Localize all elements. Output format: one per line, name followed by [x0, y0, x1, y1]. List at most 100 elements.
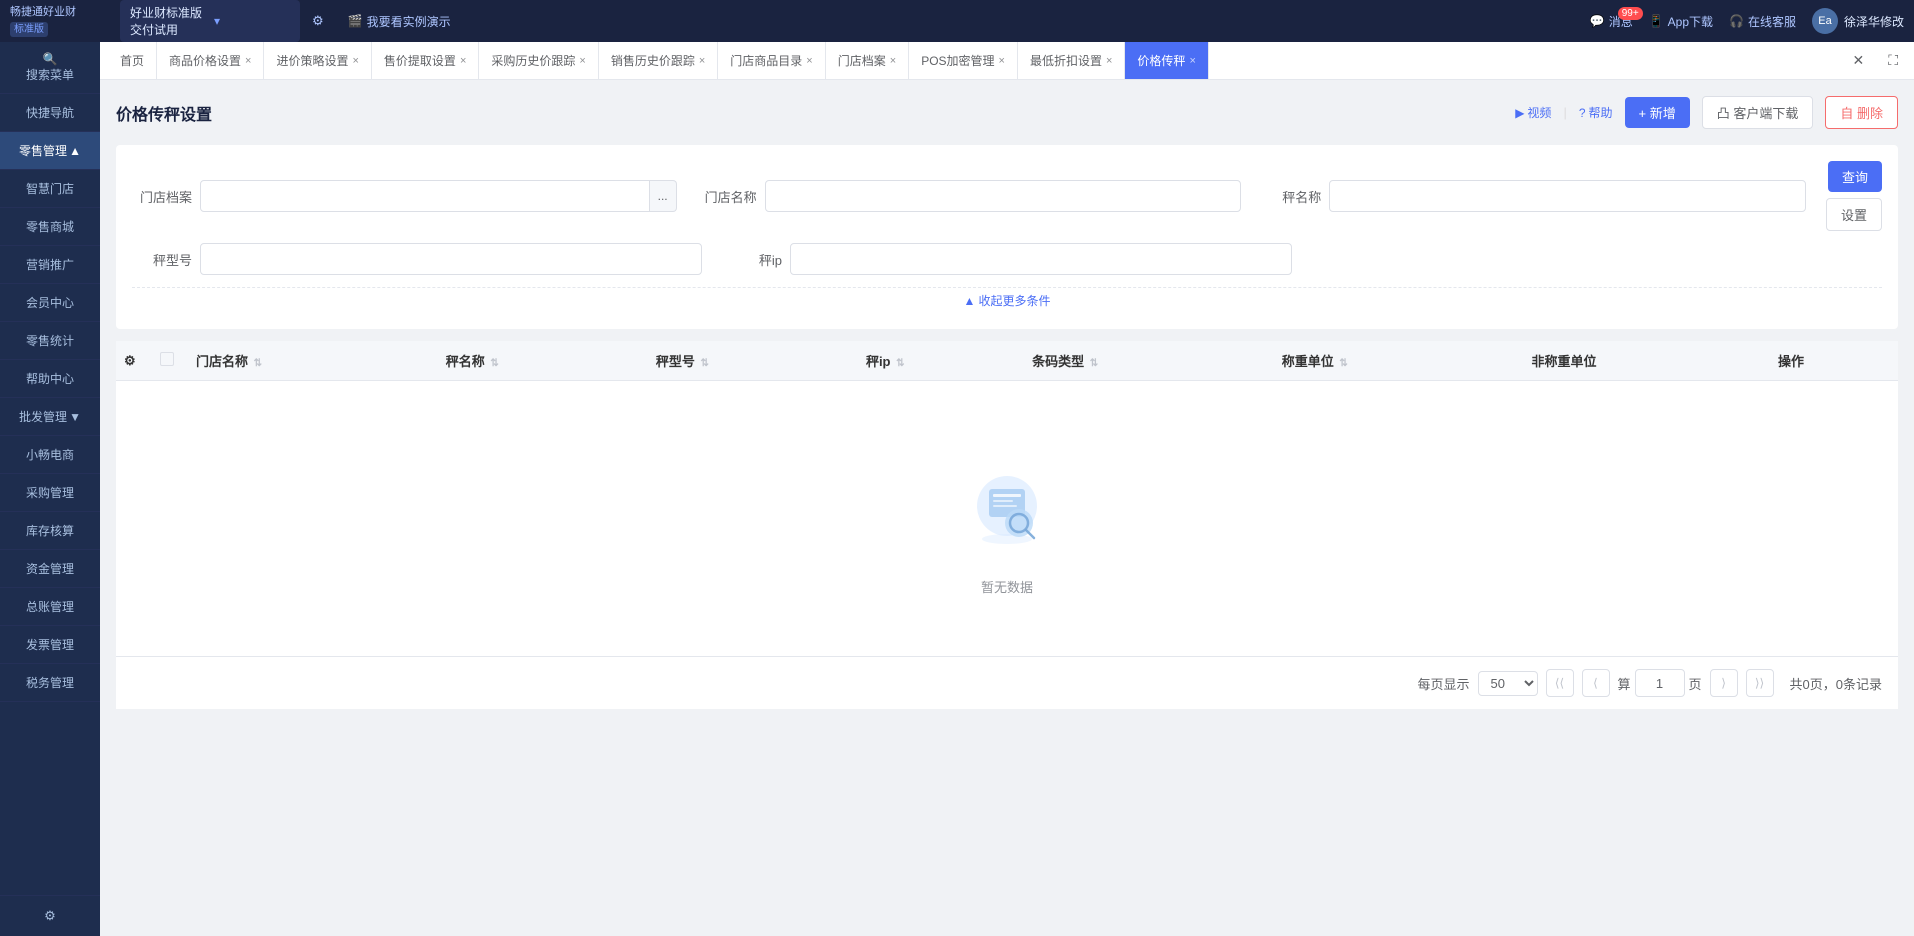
collapse-btn[interactable]: ▲ 收起更多条件: [964, 292, 1051, 309]
empty-illustration: [957, 461, 1057, 561]
close-icon[interactable]: ×: [460, 55, 466, 67]
sidebar-item-general-ledger[interactable]: 总账管理: [0, 588, 100, 626]
tab-sale-extract[interactable]: 售价提取设置 ×: [372, 42, 479, 80]
first-page-btn[interactable]: ⟨⟨: [1546, 669, 1574, 697]
next-page-btn[interactable]: ⟩: [1710, 669, 1738, 697]
close-icon[interactable]: ×: [806, 55, 812, 67]
store-name-field: 门店名称: [697, 180, 1242, 212]
video-btn[interactable]: ▶ 视频: [1515, 104, 1551, 121]
tab-store-archive[interactable]: 门店档案 ×: [826, 42, 909, 80]
app-download-tool[interactable]: 📱 App下载: [1649, 13, 1713, 30]
sort-arrows-icon: ⇅: [1339, 358, 1347, 369]
demo-link-label: 我要看实例演示: [367, 13, 451, 30]
th-scale-ip[interactable]: 秤ip ⇅: [858, 341, 1024, 381]
scale-name-input[interactable]: [1329, 180, 1806, 212]
close-icon[interactable]: ×: [999, 55, 1005, 67]
tab-min-discount[interactable]: 最低折扣设置 ×: [1018, 42, 1125, 80]
download-btn-label: 凸 客户端下载: [1717, 103, 1799, 122]
sidebar-item-help-center[interactable]: 帮助中心: [0, 360, 100, 398]
sidebar-settings-icon: ⚙: [44, 908, 56, 923]
data-table: ⚙ 门店名称 ⇅ 秤名称 ⇅ 秤型号: [116, 341, 1898, 381]
close-icon[interactable]: ×: [1189, 55, 1195, 67]
store-archive-input-group: ...: [200, 180, 677, 212]
th-check: [152, 341, 188, 381]
tab-sale-history[interactable]: 销售历史价跟踪 ×: [599, 42, 718, 80]
tab-purchase-history[interactable]: 采购历史价跟踪 ×: [479, 42, 598, 80]
maximize-tab-btn[interactable]: ⛶: [1880, 48, 1906, 73]
sort-arrows-icon: ⇅: [254, 358, 262, 369]
sidebar-search[interactable]: 🔍 搜索菜单: [0, 42, 100, 94]
tab-price-scale-label: 价格传秤: [1137, 52, 1185, 69]
per-page-select[interactable]: 50 10 20 100: [1478, 671, 1538, 696]
sidebar-item-member-center[interactable]: 会员中心: [0, 284, 100, 322]
page-title: 价格传秤设置: [116, 101, 212, 125]
last-page-btn[interactable]: ⟩⟩: [1746, 669, 1774, 697]
sidebar-item-marketing[interactable]: 营销推广: [0, 246, 100, 284]
close-icon[interactable]: ×: [245, 55, 251, 67]
sidebar-item-finance[interactable]: 资金管理: [0, 550, 100, 588]
sidebar-search-label: 搜索菜单: [6, 66, 94, 83]
sidebar-item-retail-stats[interactable]: 零售统计: [0, 322, 100, 360]
demo-link[interactable]: 🎬 我要看实例演示: [348, 13, 451, 30]
add-button[interactable]: + 新增: [1625, 97, 1690, 128]
close-icon[interactable]: ×: [352, 55, 358, 67]
tab-purchase-strategy[interactable]: 进价策略设置 ×: [264, 42, 371, 80]
delete-button[interactable]: 自 删除: [1825, 96, 1898, 129]
help-btn[interactable]: ? 帮助: [1579, 104, 1613, 121]
store-archive-input[interactable]: [200, 180, 650, 212]
store-name-input[interactable]: [765, 180, 1242, 212]
tab-pos-mgmt[interactable]: POS加密管理 ×: [909, 42, 1018, 80]
sidebar-settings-btn[interactable]: ⚙: [0, 895, 100, 936]
store-archive-lookup-btn[interactable]: ...: [650, 180, 677, 212]
online-service-label: 在线客服: [1748, 13, 1796, 30]
th-barcode-type[interactable]: 条码类型 ⇅: [1024, 341, 1274, 381]
tab-product-price[interactable]: 商品价格设置 ×: [157, 42, 264, 80]
select-all-checkbox[interactable]: [160, 352, 174, 366]
form-row-1: 门店档案 ... 门店名称 秤名称 查询: [132, 161, 1882, 231]
empty-text: 暂无数据: [981, 577, 1033, 596]
settings-icon[interactable]: ⚙: [308, 9, 328, 33]
th-store-name[interactable]: 门店名称 ⇅: [188, 341, 438, 381]
close-tab-btn[interactable]: ✕: [1844, 48, 1872, 73]
th-gear[interactable]: ⚙: [116, 341, 152, 381]
close-icon[interactable]: ×: [579, 55, 585, 67]
query-button[interactable]: 查询: [1828, 161, 1882, 192]
user-area[interactable]: Ea 徐泽华修改: [1812, 8, 1904, 34]
scale-ip-input[interactable]: [790, 243, 1292, 275]
sidebar-item-smart-store[interactable]: 智慧门店: [0, 170, 100, 208]
th-weight-unit[interactable]: 称重单位 ⇅: [1274, 341, 1524, 381]
tab-store-archive-label: 门店档案: [838, 52, 886, 69]
store-archive-field: 门店档案 ...: [132, 180, 677, 212]
tab-home[interactable]: 首页: [108, 42, 157, 80]
sidebar-item-purchase-mgmt[interactable]: 采购管理: [0, 474, 100, 512]
scale-model-input[interactable]: [200, 243, 702, 275]
sidebar-item-retail-mgmt[interactable]: 零售管理 ▲: [0, 132, 100, 170]
close-icon[interactable]: ×: [1106, 55, 1112, 67]
sidebar-item-retail-mall[interactable]: 零售商城: [0, 208, 100, 246]
online-service-tool[interactable]: 🎧 在线客服: [1729, 13, 1796, 30]
message-tool[interactable]: 💬 消息 99+: [1590, 13, 1633, 30]
sidebar-item-invoice-mgmt[interactable]: 发票管理: [0, 626, 100, 664]
download-button[interactable]: 凸 客户端下载: [1702, 96, 1814, 129]
sidebar-shortcut[interactable]: 快捷导航: [0, 94, 100, 132]
sidebar-item-xiaochang-ecom[interactable]: 小畅电商: [0, 436, 100, 474]
sidebar-item-batch-mgmt[interactable]: 批发管理 ▼: [0, 398, 100, 436]
search-panel: 门店档案 ... 门店名称 秤名称 查询: [116, 145, 1898, 329]
sidebar-item-inventory[interactable]: 库存核算: [0, 512, 100, 550]
page-number-input[interactable]: [1635, 669, 1685, 697]
sidebar-item-tax-mgmt[interactable]: 税务管理: [0, 664, 100, 702]
tax-mgmt-label: 税务管理: [26, 676, 74, 690]
version-selector[interactable]: 好业财标准版交付试用 ▾: [120, 0, 300, 42]
close-icon[interactable]: ×: [890, 55, 896, 67]
th-scale-model[interactable]: 秤型号 ⇅: [648, 341, 858, 381]
th-scale-name[interactable]: 秤名称 ⇅: [438, 341, 648, 381]
tab-price-scale[interactable]: 价格传秤 ×: [1125, 42, 1208, 80]
prev-page-btn[interactable]: ⟨: [1582, 669, 1610, 697]
tab-min-discount-label: 最低折扣设置: [1030, 52, 1102, 69]
th-scale-model-label: 秤型号: [656, 354, 695, 369]
retail-mall-label: 零售商城: [26, 220, 74, 234]
tab-store-catalog[interactable]: 门店商品目录 ×: [718, 42, 825, 80]
retail-mgmt-label: 零售管理: [19, 142, 67, 159]
settings-button[interactable]: 设置: [1826, 198, 1882, 231]
close-icon[interactable]: ×: [699, 55, 705, 67]
